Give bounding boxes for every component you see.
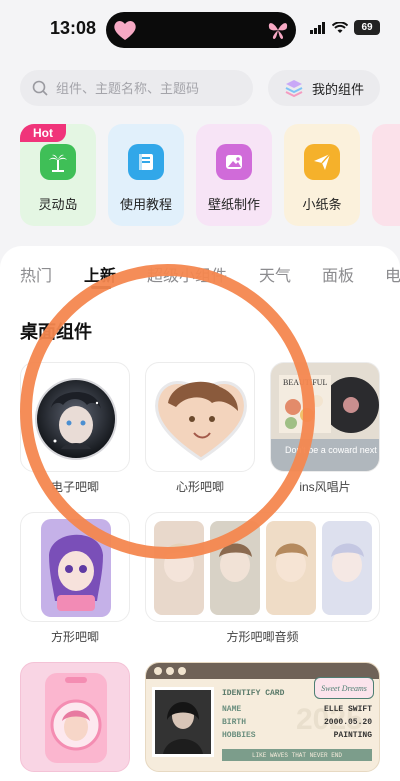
tile-tutorial[interactable]: 使用教程 — [108, 124, 184, 226]
tab-panel[interactable]: 面板 — [322, 262, 354, 286]
electronic-badge-thumbnail — [35, 378, 117, 460]
svg-text:Don't be a coward next time.: Don't be a coward next time. — [285, 445, 380, 455]
id-card-fields: NAME ELLE SWIFT BIRTH 2000.05.20 HOBBIES PA… — [222, 705, 372, 740]
svg-text:BEAUTIFUL: BEAUTIFUL — [283, 378, 328, 387]
tile-wallpaper-maker[interactable]: 壁纸制作 — [196, 124, 272, 226]
tile-label: 灵动岛 — [38, 197, 78, 212]
search-icon — [32, 80, 48, 96]
palm-tree-icon — [40, 144, 76, 180]
widget-card-pink-device[interactable] — [20, 662, 130, 772]
widget-caption: 方形吧唧音频 — [226, 630, 299, 644]
widget-card-square-badge[interactable] — [20, 512, 130, 622]
widget-card-electronic-badge[interactable] — [20, 362, 130, 472]
widget-caption: 心形吧唧 — [175, 480, 224, 494]
widget-caption: ins风唱片 — [299, 480, 351, 494]
layers-icon — [285, 80, 303, 98]
active-tab-indicator — [91, 286, 111, 289]
tile-label: 壁纸制作 — [207, 197, 260, 212]
heart-icon — [114, 21, 136, 40]
search-input[interactable] — [56, 80, 236, 96]
status-bar: 13:08 69 — [0, 0, 400, 56]
dynamic-island — [106, 12, 296, 48]
battery-indicator: 69 — [354, 20, 380, 35]
square-badge-thumbnail — [41, 519, 111, 617]
heart-badge-thumbnail — [155, 381, 247, 461]
status-icons: 69 — [310, 20, 380, 35]
id-photo — [152, 687, 214, 757]
paper-plane-icon — [304, 144, 340, 180]
id-card-header: IDENTIFY CARD — [222, 689, 285, 698]
widget-caption: 电子吧唧 — [50, 480, 99, 494]
tab-more[interactable]: 电 — [385, 262, 400, 286]
id-card-footer: LIKE WAVES THAT NEVER END — [222, 749, 372, 761]
butterfly-icon — [268, 23, 288, 39]
widget-card-id-card[interactable]: IDENTIFY CARD Sweet Dreams 2025 NAME ELLE… — [145, 662, 380, 772]
tile-dynamic-island[interactable]: Hot 灵动岛 — [20, 124, 96, 226]
quick-tiles: Hot 灵动岛 使用教程 壁纸制作 小纸条 情侣 — [0, 124, 400, 228]
tab-super-widget[interactable]: 超级小组件 — [147, 262, 227, 286]
record-thumbnail: BEAUTIFUL Don't be a coward next time. — [271, 363, 380, 471]
widget-card-square-badge-audio[interactable] — [145, 512, 380, 622]
wifi-icon — [332, 21, 348, 33]
image-sparkle-icon — [216, 144, 252, 180]
pink-device-thumbnail — [45, 673, 107, 763]
widget-caption: 方形吧唧 — [50, 630, 99, 644]
widget-card-ins-record[interactable]: BEAUTIFUL Don't be a coward next time. — [270, 362, 380, 472]
status-time: 13:08 — [50, 18, 97, 38]
book-icon — [128, 144, 164, 180]
tile-note[interactable]: 小纸条 — [284, 124, 360, 226]
category-tabs: 热门 上新 超级小组件 天气 面板 电 — [0, 262, 400, 292]
tab-new[interactable]: 上新 — [84, 262, 116, 286]
tab-hot[interactable]: 热门 — [20, 262, 52, 286]
my-widgets-button[interactable]: 我的组件 — [268, 70, 380, 106]
content-panel: 热门 上新 超级小组件 天气 面板 电 桌面组件 电子吧唧 心形吧唧 BEAUT… — [0, 246, 400, 781]
sweet-dreams-badge: Sweet Dreams — [314, 677, 374, 699]
search-bar[interactable] — [20, 70, 253, 106]
tile-label: 使用教程 — [119, 197, 172, 212]
hot-badge: Hot — [20, 124, 66, 142]
tile-label: 小纸条 — [302, 197, 342, 212]
signal-icon — [310, 21, 325, 34]
square-badge-audio-thumbnail — [154, 521, 372, 615]
tile-couple[interactable]: 情侣 — [372, 124, 400, 226]
section-title: 桌面组件 — [20, 322, 92, 342]
tab-weather[interactable]: 天气 — [259, 262, 291, 286]
my-widgets-label: 我的组件 — [311, 81, 364, 97]
widget-card-heart-badge[interactable] — [145, 362, 255, 472]
